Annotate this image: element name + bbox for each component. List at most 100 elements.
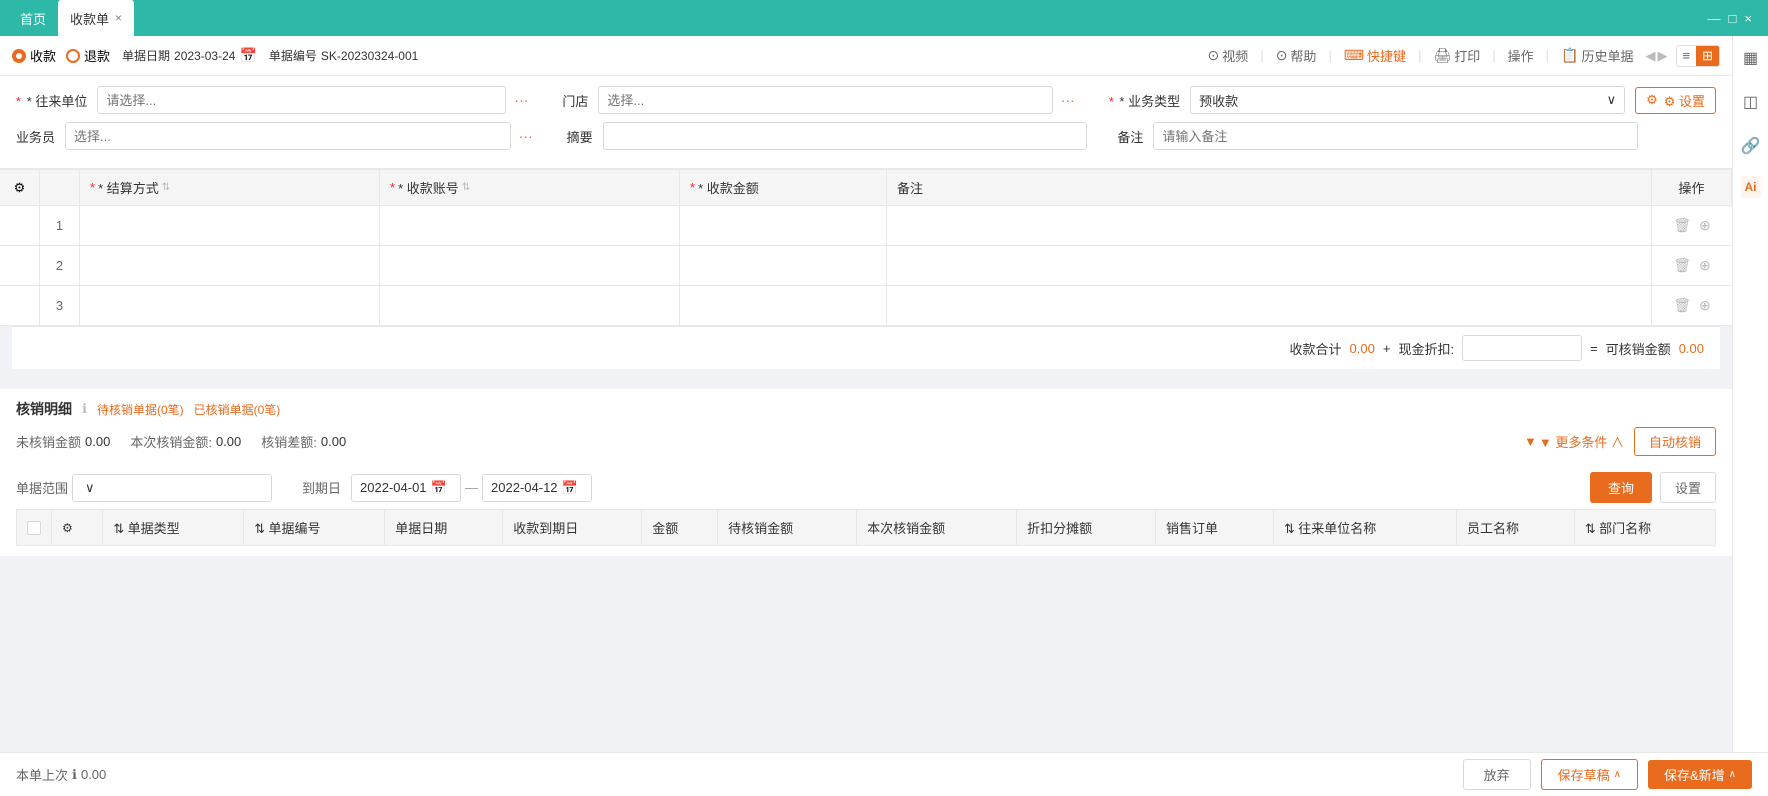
td-settlement-3[interactable] xyxy=(80,286,380,325)
delete-icon-3[interactable]: 🗑 xyxy=(1673,297,1691,314)
operate-label: 操作 xyxy=(1508,46,1534,65)
writeoff-section: 核销明细 ℹ 待核销单据(0笔) 已核销单据(0笔) 未核销金额 0.00 本次… xyxy=(0,389,1732,556)
tab-home[interactable]: 首页 xyxy=(8,0,58,36)
close-btn[interactable]: × xyxy=(1744,11,1752,26)
counterparty-input[interactable] xyxy=(97,86,506,114)
nav-arrows[interactable]: ◀ ▶ xyxy=(1646,48,1668,64)
history-btn[interactable]: 📋 历史单据 xyxy=(1557,44,1637,67)
td-account-1[interactable] xyxy=(380,206,680,245)
date-from-picker[interactable]: 2022-04-01 📅 xyxy=(351,474,461,502)
list-view-btn[interactable]: ≡ xyxy=(1677,46,1697,66)
range-select[interactable]: ∨ xyxy=(72,474,272,502)
date-label: 单据日期 xyxy=(122,47,170,64)
save-new-label: 保存&新增 xyxy=(1664,765,1725,784)
table-row: 1 🗑 ⊕ xyxy=(0,206,1732,246)
th-account-label: * 收款账号 xyxy=(398,178,459,197)
form-row-1: * * 往来单位 ··· 门店 ··· * * 业务类型 xyxy=(16,86,1716,114)
td-amount-3[interactable] xyxy=(680,286,887,325)
settings-btn[interactable]: ⚙ ⚙ 设置 xyxy=(1635,87,1716,114)
help-btn[interactable]: ⊙ 帮助 xyxy=(1272,44,1321,67)
sort-icon-settlement[interactable]: ⇅ xyxy=(162,182,170,193)
salesperson-dots-btn[interactable]: ··· xyxy=(515,128,537,144)
tab-close-icon[interactable]: × xyxy=(115,11,122,25)
section-header: 核销明细 ℹ 待核销单据(0笔) 已核销单据(0笔) xyxy=(16,399,1716,419)
save-new-btn[interactable]: 保存&新增 ∧ xyxy=(1648,760,1752,789)
td-amount-1[interactable] xyxy=(680,206,887,245)
date-value[interactable]: 2023-03-24 xyxy=(174,49,235,63)
tab-receipt[interactable]: 收款单 × xyxy=(58,0,134,36)
sidebar-icon-ai[interactable]: Ai xyxy=(1741,176,1761,198)
print-icon: 🖨 xyxy=(1433,47,1451,64)
counterparty-dots-btn[interactable]: ··· xyxy=(510,92,532,108)
filter-settings-btn[interactable]: 设置 xyxy=(1660,472,1716,503)
operate-btn[interactable]: 操作 xyxy=(1504,44,1538,67)
done-link[interactable]: 已核销单据(0笔) xyxy=(194,401,281,418)
filter-icon: ▼ xyxy=(1524,434,1537,449)
query-btn[interactable]: 查询 xyxy=(1590,472,1652,503)
td-settlement-2[interactable] xyxy=(80,246,380,285)
copy-icon-3[interactable]: ⊕ xyxy=(1699,297,1711,314)
td-account-3[interactable] xyxy=(380,286,680,325)
td-settlement-1[interactable] xyxy=(80,206,380,245)
save-new-arrow: ∧ xyxy=(1729,769,1736,780)
td-remark-1[interactable] xyxy=(887,206,1652,245)
td-op-2: 🗑 ⊕ xyxy=(1652,246,1732,285)
maximize-btn[interactable]: □ xyxy=(1729,11,1737,26)
minimize-btn[interactable]: — xyxy=(1708,11,1721,26)
equals-sign: = xyxy=(1590,341,1598,356)
th-checkbox xyxy=(17,510,52,546)
sidebar-icon-table[interactable]: ▦ xyxy=(1739,44,1762,72)
footer-info-value: 0.00 xyxy=(81,767,106,782)
delete-icon-2[interactable]: 🗑 xyxy=(1673,257,1691,274)
th-sales-order: 销售订单 xyxy=(1156,510,1274,546)
select-all-checkbox[interactable] xyxy=(27,521,41,535)
delete-icon-1[interactable]: 🗑 xyxy=(1673,217,1691,234)
discount-input[interactable] xyxy=(1462,335,1582,361)
print-btn[interactable]: 🖨 打印 xyxy=(1429,44,1484,67)
th-gear[interactable]: ⚙ xyxy=(0,170,40,205)
window-controls: — □ × xyxy=(1708,11,1760,26)
td-gear-2 xyxy=(0,246,40,285)
copy-icon-2[interactable]: ⊕ xyxy=(1699,257,1711,274)
td-amount-2[interactable] xyxy=(680,246,887,285)
salesperson-input[interactable] xyxy=(65,122,511,150)
td-remark-2[interactable] xyxy=(887,246,1652,285)
calendar-icon[interactable]: 📅 xyxy=(239,47,256,64)
sort-icon-account[interactable]: ⇅ xyxy=(462,182,470,193)
td-op-1: 🗑 ⊕ xyxy=(1652,206,1732,245)
discard-btn[interactable]: 放弃 xyxy=(1463,759,1531,790)
auto-writeoff-btn[interactable]: 自动核销 xyxy=(1634,427,1716,456)
info-icon[interactable]: ℹ xyxy=(82,401,87,417)
radio-refund-dot xyxy=(66,49,80,63)
number-value[interactable]: SK-20230324-001 xyxy=(321,49,418,63)
radio-receipt[interactable]: 收款 xyxy=(12,46,56,65)
shortcut-btn[interactable]: ⌨ 快捷键 xyxy=(1340,44,1410,67)
tab-home-label: 首页 xyxy=(20,9,46,28)
remark-input[interactable] xyxy=(1153,122,1638,150)
help-label: 帮助 xyxy=(1290,46,1316,65)
sidebar-icon-link[interactable]: 🔗 xyxy=(1737,132,1765,160)
video-btn[interactable]: ⊙ 视频 xyxy=(1204,44,1253,67)
summary-input[interactable] xyxy=(603,122,1088,150)
td-account-2[interactable] xyxy=(380,246,680,285)
more-filter-btn[interactable]: ▼ ▼ 更多条件 ∧ xyxy=(1524,432,1624,451)
save-draft-btn[interactable]: 保存草稿 ∧ xyxy=(1541,759,1638,790)
writeoff-summary-fields: 未核销金额 0.00 本次核销金额: 0.00 核销差额: 0.00 ▼ ▼ 更… xyxy=(16,427,1716,456)
number-label: 单据编号 xyxy=(269,47,317,64)
date-to-picker[interactable]: 2022-04-12 📅 xyxy=(482,474,592,502)
right-sidebar: ▦ ◫ 🔗 Ai xyxy=(1732,36,1768,796)
unwriteoff-field: 未核销金额 0.00 xyxy=(16,432,110,451)
shop-dots-btn[interactable]: ··· xyxy=(1057,92,1079,108)
grid-view-btn[interactable]: ⊞ xyxy=(1696,46,1719,66)
shop-input[interactable] xyxy=(598,86,1052,114)
td-remark-3[interactable] xyxy=(887,286,1652,325)
pending-link[interactable]: 待核销单据(0笔) xyxy=(97,401,184,418)
sidebar-icon-sheet[interactable]: ◫ xyxy=(1739,88,1762,116)
row-index-2: 2 xyxy=(56,258,63,273)
copy-icon-1[interactable]: ⊕ xyxy=(1699,217,1711,234)
th-settlement: * * 结算方式 ⇅ xyxy=(80,170,380,205)
available-value: 0.00 xyxy=(1679,341,1704,356)
th-gear-bottom[interactable]: ⚙ xyxy=(52,510,103,546)
radio-refund[interactable]: 退款 xyxy=(66,46,110,65)
business-type-select[interactable]: 预收款 ∨ xyxy=(1190,86,1625,114)
